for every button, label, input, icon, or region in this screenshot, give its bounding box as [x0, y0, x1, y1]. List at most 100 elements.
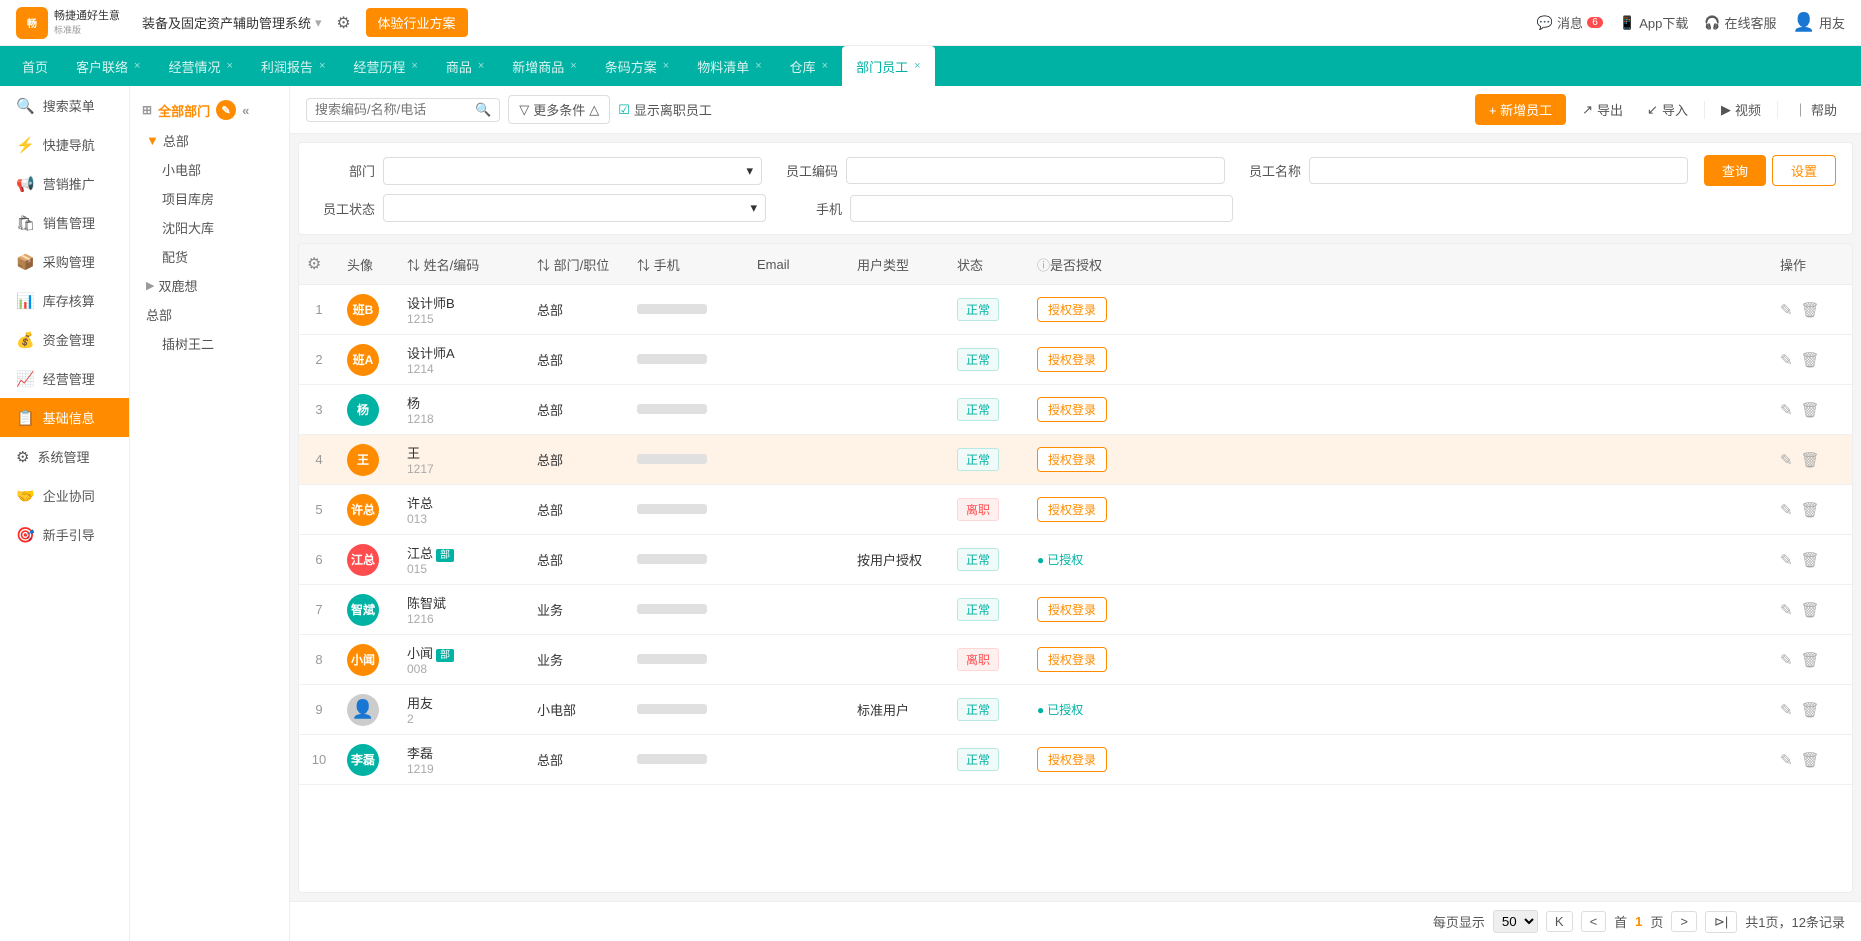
add-employee-button[interactable]: + 新增员工	[1475, 94, 1566, 125]
tab-close-icon[interactable]: ×	[914, 60, 920, 72]
all-dept-label[interactable]: 全部部门	[158, 101, 210, 120]
settings-button[interactable]: ⚙	[330, 9, 358, 37]
delete-icon[interactable]: 🗑	[1801, 501, 1820, 519]
dropdown-arrow-icon[interactable]: ▾	[315, 15, 322, 31]
import-button[interactable]: ↙ 导入	[1639, 96, 1696, 123]
search-wrap[interactable]: 🔍	[306, 98, 500, 122]
app-download-button[interactable]: 📱 App下载	[1619, 13, 1688, 32]
sidebar-item-purchase[interactable]: 📦 采购管理	[0, 242, 129, 281]
online-service-button[interactable]: 🎧 在线客服	[1704, 13, 1776, 32]
message-button[interactable]: 💬 消息 6	[1537, 13, 1603, 32]
tab-bom[interactable]: 物料清单 ×	[683, 46, 775, 86]
tab-customer[interactable]: 客户联络 ×	[62, 46, 154, 86]
view-button[interactable]: ▶ 视频	[1713, 96, 1769, 123]
delete-icon[interactable]: 🗑	[1801, 301, 1820, 319]
status-select[interactable]: ▾	[383, 194, 766, 222]
dept-select[interactable]: ▾	[383, 157, 762, 185]
sidebar-item-operations[interactable]: 📈 经营管理	[0, 359, 129, 398]
tab-operations[interactable]: 经营情况 ×	[154, 46, 246, 86]
tab-close-icon[interactable]: ×	[663, 60, 669, 72]
tab-close-icon[interactable]: ×	[319, 60, 325, 72]
delete-icon[interactable]: 🗑	[1801, 751, 1820, 769]
first-page-button[interactable]: K	[1546, 911, 1573, 932]
tab-history[interactable]: 经营历程 ×	[339, 46, 431, 86]
export-button[interactable]: ↗ 导出	[1574, 96, 1631, 123]
name-col-header[interactable]: ⇅ 姓名/编码	[399, 244, 529, 285]
sidebar-item-basic[interactable]: 📋 基础信息	[0, 398, 129, 437]
query-button[interactable]: 查询	[1704, 155, 1766, 186]
tree-item-chashuwangz[interactable]: 插树王二	[130, 329, 289, 358]
prev-page-button[interactable]: <	[1581, 911, 1607, 932]
sidebar-item-finance[interactable]: 💰 资金管理	[0, 320, 129, 359]
tab-close-icon[interactable]: ×	[570, 60, 576, 72]
tab-close-icon[interactable]: ×	[134, 60, 140, 72]
edit-icon[interactable]: ✎	[1780, 351, 1793, 369]
sidebar-item-inventory[interactable]: 📊 库存核算	[0, 281, 129, 320]
auth-login-button[interactable]: 授权登录	[1037, 347, 1107, 372]
phone-col-header[interactable]: ⇅ 手机	[629, 244, 749, 285]
auth-login-button[interactable]: 授权登录	[1037, 397, 1107, 422]
delete-icon[interactable]: 🗑	[1801, 701, 1820, 719]
sidebar-item-quicknav[interactable]: ⚡ 快捷导航	[0, 125, 129, 164]
trial-button[interactable]: 体验行业方案	[366, 8, 468, 37]
edit-icon[interactable]: ✎	[1780, 501, 1793, 519]
user-menu[interactable]: 👤 用友	[1793, 12, 1845, 33]
last-page-button[interactable]: ⊳|	[1705, 911, 1737, 933]
sidebar-item-marketing[interactable]: 📢 营销推广	[0, 164, 129, 203]
tab-close-icon[interactable]: ×	[478, 60, 484, 72]
edit-icon[interactable]: ✎	[1780, 451, 1793, 469]
tree-item-shenyang[interactable]: 沈阳大库	[130, 213, 289, 242]
per-page-select[interactable]: 50	[1493, 910, 1538, 933]
tab-warehouse[interactable]: 仓库 ×	[776, 46, 842, 86]
tab-close-icon[interactable]: ×	[226, 60, 232, 72]
edit-icon[interactable]: ✎	[1780, 751, 1793, 769]
delete-icon[interactable]: 🗑	[1801, 651, 1820, 669]
edit-icon[interactable]: ✎	[1780, 301, 1793, 319]
delete-icon[interactable]: 🗑	[1801, 351, 1820, 369]
sidebar-item-collab[interactable]: 🤝 企业协同	[0, 476, 129, 515]
tab-barcode[interactable]: 条码方案 ×	[591, 46, 683, 86]
edit-icon[interactable]: ✎	[1780, 651, 1793, 669]
tree-item-shuanglu[interactable]: ▶ 双鹿想	[130, 271, 289, 300]
tree-edit-icon[interactable]: ✎	[216, 100, 236, 120]
edit-icon[interactable]: ✎	[1780, 551, 1793, 569]
delete-icon[interactable]: 🗑	[1801, 451, 1820, 469]
auth-login-button[interactable]: 授权登录	[1037, 647, 1107, 672]
tree-item-peihuo[interactable]: 配货	[130, 242, 289, 271]
auth-login-button[interactable]: 授权登录	[1037, 447, 1107, 472]
settings-col-header[interactable]: ⚙	[299, 244, 339, 285]
tab-profit[interactable]: 利润报告 ×	[247, 46, 339, 86]
help-button[interactable]: ｜ 帮助	[1786, 96, 1845, 123]
auth-login-button[interactable]: 授权登录	[1037, 497, 1107, 522]
tab-close-icon[interactable]: ×	[822, 60, 828, 72]
tab-employees[interactable]: 部门员工 ×	[842, 46, 934, 86]
code-input[interactable]	[846, 157, 1225, 184]
edit-icon[interactable]: ✎	[1780, 401, 1793, 419]
sidebar-item-guide[interactable]: 🎯 新手引导	[0, 515, 129, 554]
more-filter-btn[interactable]: ▽ 更多条件 △	[508, 95, 610, 124]
auth-login-button[interactable]: 授权登录	[1037, 297, 1107, 322]
tab-close-icon[interactable]: ×	[755, 60, 761, 72]
auth-login-button[interactable]: 授权登录	[1037, 747, 1107, 772]
tab-new-goods[interactable]: 新增商品 ×	[498, 46, 590, 86]
phone-input[interactable]	[850, 195, 1233, 222]
tree-item-xiaodian[interactable]: 小电部	[130, 155, 289, 184]
show-resigned-toggle[interactable]: ☑ 显示离职员工	[618, 100, 712, 119]
set-button[interactable]: 设置	[1772, 155, 1836, 186]
next-page-button[interactable]: >	[1671, 911, 1697, 932]
tree-collapse-btn[interactable]: «	[242, 103, 249, 118]
tree-item-zdept[interactable]: ▼ 总部	[130, 126, 289, 155]
auth-login-button[interactable]: 授权登录	[1037, 597, 1107, 622]
sidebar-item-sales[interactable]: 🛍 销售管理	[0, 203, 129, 242]
tab-home[interactable]: 首页	[8, 46, 62, 86]
sidebar-item-search[interactable]: 🔍 搜索菜单	[0, 86, 129, 125]
tab-goods[interactable]: 商品 ×	[432, 46, 498, 86]
edit-icon[interactable]: ✎	[1780, 601, 1793, 619]
sidebar-item-system[interactable]: ⚙ 系统管理	[0, 437, 129, 476]
name-input[interactable]	[1309, 157, 1688, 184]
dept-col-header[interactable]: ⇅ 部门/职位	[529, 244, 629, 285]
tree-item-xiangmuku[interactable]: 项目库房	[130, 184, 289, 213]
delete-icon[interactable]: 🗑	[1801, 401, 1820, 419]
tab-close-icon[interactable]: ×	[411, 60, 417, 72]
search-input[interactable]	[315, 102, 475, 117]
